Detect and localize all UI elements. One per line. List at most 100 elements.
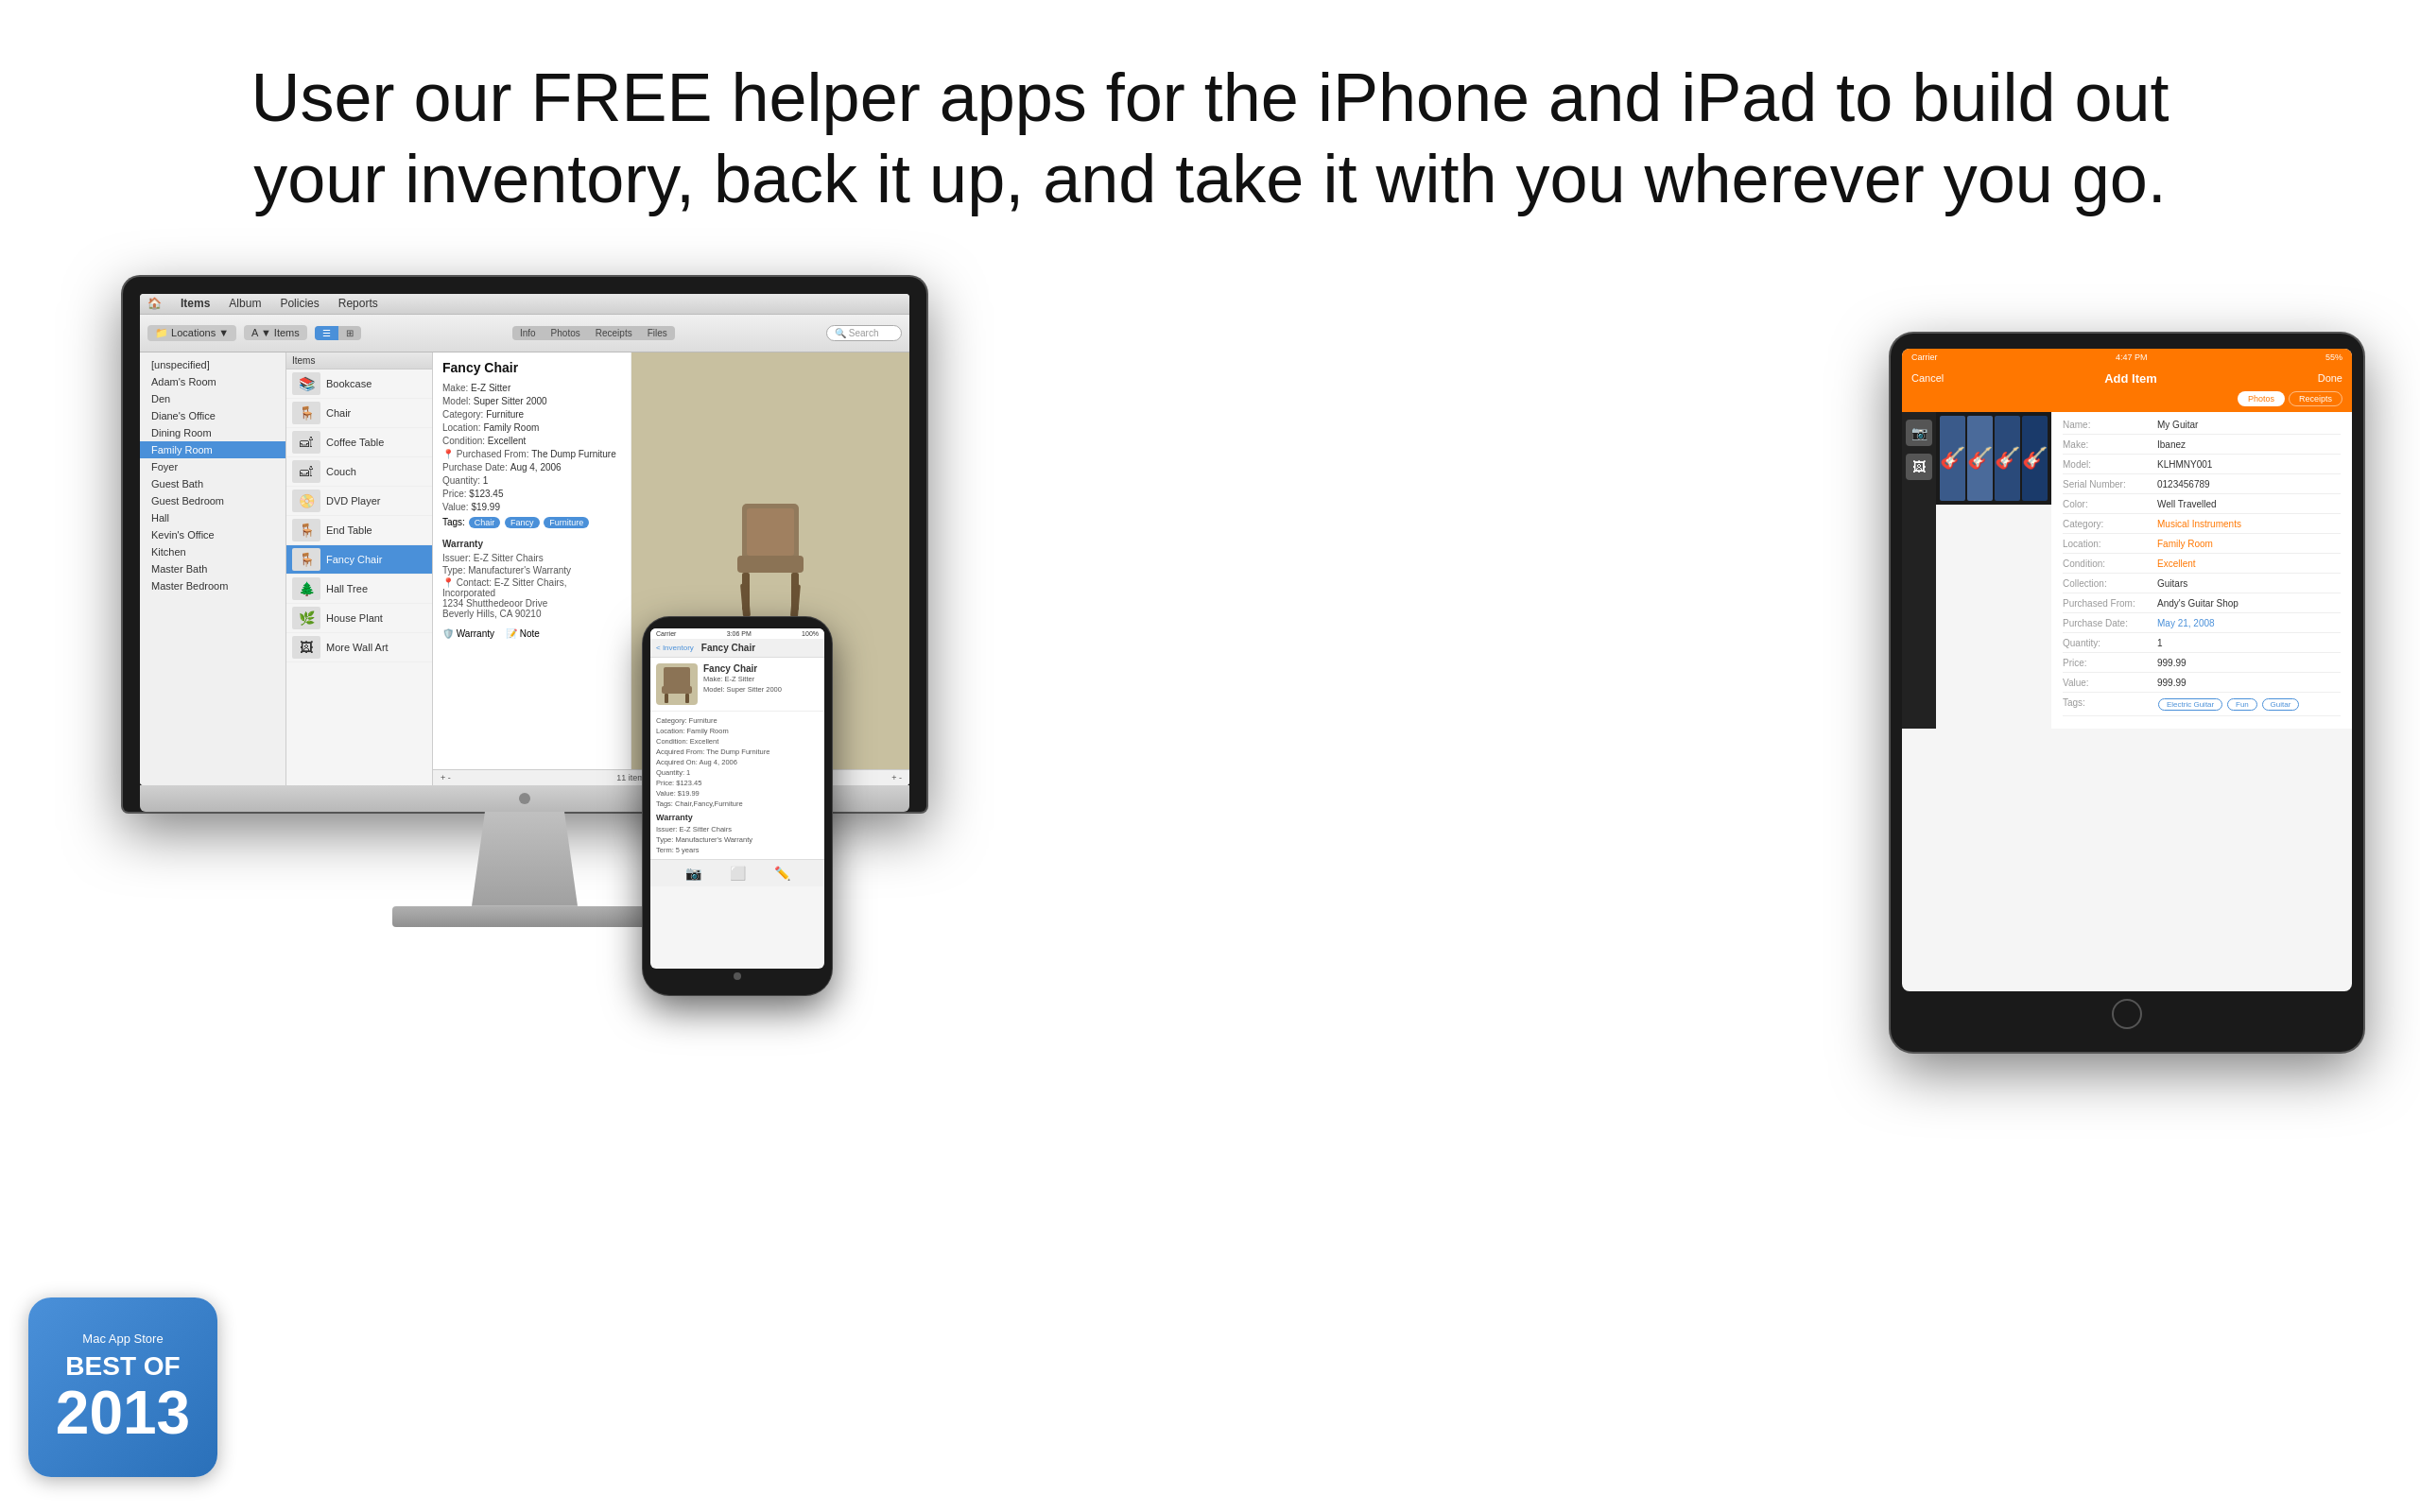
ipad-value-model[interactable]: KLHMNY001: [2157, 459, 2212, 470]
ipad-label-make: Make:: [2063, 439, 2157, 450]
iphone-back-button[interactable]: < Inventory: [656, 644, 694, 652]
iphone-home-button[interactable]: [734, 972, 741, 980]
mac-detail-receipts-tab[interactable]: Receipts: [588, 326, 640, 340]
list-item[interactable]: 🛋 Couch: [286, 457, 432, 487]
mac-search[interactable]: 🔍 Search: [826, 325, 902, 341]
ipad-value-purchase-date[interactable]: May 21, 2008: [2157, 618, 2215, 628]
sidebar-item-dining-room[interactable]: Dining Room: [140, 424, 285, 441]
mac-menu-album[interactable]: Album: [229, 297, 261, 310]
ipad-field-price: Price: 999.99: [2063, 658, 2341, 673]
mac-detail-photos-tab[interactable]: Photos: [544, 326, 588, 340]
sidebar-item-unspecified[interactable]: [unspecified]: [140, 356, 285, 373]
mac-locations-label: 📁 Locations ▼: [155, 327, 229, 339]
mac-menu-policies[interactable]: Policies: [280, 297, 319, 310]
ipad-tab-receipts[interactable]: Receipts: [2289, 391, 2342, 406]
badge-year: 2013: [56, 1383, 190, 1443]
iphone-camera-icon[interactable]: 📷: [685, 866, 701, 881]
ipad-cancel-button[interactable]: Cancel: [1911, 372, 1944, 384]
list-item[interactable]: 🛋 Coffee Table: [286, 428, 432, 457]
svg-rect-10: [685, 694, 689, 703]
ipad-screen: Carrier 4:47 PM 55% Cancel Add Item Done…: [1902, 349, 2352, 991]
sidebar-item-kitchen[interactable]: Kitchen: [140, 543, 285, 560]
sidebar-item-dianes-office[interactable]: Diane's Office: [140, 407, 285, 424]
ipad-toolbar: Cancel Add Item Done: [1902, 366, 2352, 391]
add-item-btn[interactable]: + -: [441, 773, 451, 782]
list-item[interactable]: 🪑 Chair: [286, 399, 432, 428]
list-item[interactable]: 🪑 End Table: [286, 516, 432, 545]
sidebar-item-family-room[interactable]: Family Room: [140, 441, 285, 458]
ipad-value-quantity[interactable]: 1: [2157, 638, 2163, 648]
iphone-battery: 100%: [802, 630, 819, 637]
item-name-house-plant: House Plant: [326, 612, 383, 624]
sidebar-item-den[interactable]: Den: [140, 390, 285, 407]
list-item[interactable]: 🌿 House Plant: [286, 604, 432, 633]
mac-detail-purchased-from: 📍 Purchased From: The Dump Furniture: [442, 449, 621, 459]
iphone-acquired-from: Acquired From: The Dump Furniture: [656, 747, 819, 757]
ipad-photo-2[interactable]: 🎸: [1967, 416, 1993, 501]
ipad-value-price[interactable]: 999.99: [2157, 658, 2187, 668]
ipad-value-location[interactable]: Family Room: [2157, 539, 2213, 549]
mac-sort-label: A ▼ Items: [251, 327, 300, 338]
ipad-photo-3[interactable]: 🎸: [1995, 416, 2020, 501]
ipad-photo-1[interactable]: 🎸: [1940, 416, 1965, 501]
ipad-field-tags: Tags: Electric Guitar Fun Guitar: [2063, 697, 2341, 716]
iphone-item-name: Fancy Chair: [703, 663, 782, 674]
mac-view-grid[interactable]: ⊞: [338, 326, 361, 340]
badge-top-text: Mac App Store: [82, 1332, 163, 1348]
sidebar-item-guest-bedroom[interactable]: Guest Bedroom: [140, 492, 285, 509]
ipad-value-make[interactable]: Ibanez: [2157, 439, 2186, 450]
mac-detail-value: Value: $19.99: [442, 502, 621, 512]
iphone-share-icon[interactable]: ⬜: [730, 866, 746, 881]
sidebar-item-master-bath[interactable]: Master Bath: [140, 560, 285, 577]
add-remove-btn[interactable]: + -: [891, 773, 902, 782]
ipad-camera-button[interactable]: 📷: [1906, 420, 1932, 446]
ipad-home-button[interactable]: [2112, 999, 2142, 1029]
list-item[interactable]: 🪑 Fancy Chair: [286, 545, 432, 575]
mac-detail-info-tab[interactable]: Info: [512, 326, 544, 340]
mac-menu-icon[interactable]: 🏠: [147, 297, 162, 310]
mac-locations-dropdown[interactable]: 📁 Locations ▼: [147, 325, 236, 341]
iphone-edit-icon[interactable]: ✏️: [774, 866, 790, 881]
sidebar-item-kevins-office[interactable]: Kevin's Office: [140, 526, 285, 543]
sidebar-item-foyer[interactable]: Foyer: [140, 458, 285, 475]
sidebar-item-adams-room[interactable]: Adam's Room: [140, 373, 285, 390]
sidebar-item-guest-bath[interactable]: Guest Bath: [140, 475, 285, 492]
ipad-label-collection: Collection:: [2063, 578, 2157, 589]
note-icon[interactable]: 📝 Note: [506, 628, 540, 639]
list-item[interactable]: 🖼 More Wall Art: [286, 633, 432, 662]
iphone: Carrier 3:06 PM 100% < Inventory Fancy C…: [643, 617, 832, 995]
iphone-value: Value: $19.99: [656, 788, 819, 799]
ipad-photo-4[interactable]: 🎸: [2022, 416, 2048, 501]
mac-view-segment: ☰ ⊞: [315, 326, 361, 340]
ipad-value-value[interactable]: 999.99: [2157, 678, 2187, 688]
mac-menu-reports[interactable]: Reports: [338, 297, 378, 310]
ipad-tab-photos[interactable]: Photos: [2238, 391, 2285, 406]
ipad-value-serial[interactable]: 0123456789: [2157, 479, 2210, 490]
iphone-tags: Tags: Chair,Fancy,Furniture: [656, 799, 819, 809]
iphone-price: Price: $123.45: [656, 778, 819, 788]
mac-detail-quantity: Quantity: 1: [442, 475, 621, 486]
mac-sort-dropdown[interactable]: A ▼ Items: [244, 325, 307, 340]
ipad-value-collection[interactable]: Guitars: [2157, 578, 2187, 589]
mac-menu-items[interactable]: Items: [181, 297, 210, 310]
ipad-library-button[interactable]: 🖼: [1906, 454, 1932, 480]
iphone-field-make: Make: E-Z Sitter: [703, 674, 782, 684]
ipad-value-name[interactable]: My Guitar: [2157, 420, 2198, 430]
sidebar-item-hall[interactable]: Hall: [140, 509, 285, 526]
mac-view-list[interactable]: ☰: [315, 326, 338, 340]
list-item[interactable]: 🌲 Hall Tree: [286, 575, 432, 604]
mac-warranty-issuer: Issuer: E-Z Sitter Chairs: [442, 553, 621, 563]
ipad-content: 📷 🖼 🎸 🎸 🎸 🎸: [1902, 412, 2352, 729]
items-count-label: Items: [292, 355, 315, 366]
ipad-value-purchased-from[interactable]: Andy's Guitar Shop: [2157, 598, 2238, 609]
ipad-value-color[interactable]: Well Travelled: [2157, 499, 2217, 509]
list-item[interactable]: 📀 DVD Player: [286, 487, 432, 516]
item-name-end-table: End Table: [326, 524, 372, 536]
ipad-value-category[interactable]: Musical Instruments: [2157, 519, 2241, 529]
mac-detail-files-tab[interactable]: Files: [640, 326, 675, 340]
warranty-icon[interactable]: 🛡️ Warranty: [442, 628, 494, 639]
ipad-done-button[interactable]: Done: [2318, 372, 2342, 384]
sidebar-item-master-bedroom[interactable]: Master Bedroom: [140, 577, 285, 594]
ipad-value-condition[interactable]: Excellent: [2157, 558, 2196, 569]
list-item[interactable]: 📚 Bookcase: [286, 369, 432, 399]
